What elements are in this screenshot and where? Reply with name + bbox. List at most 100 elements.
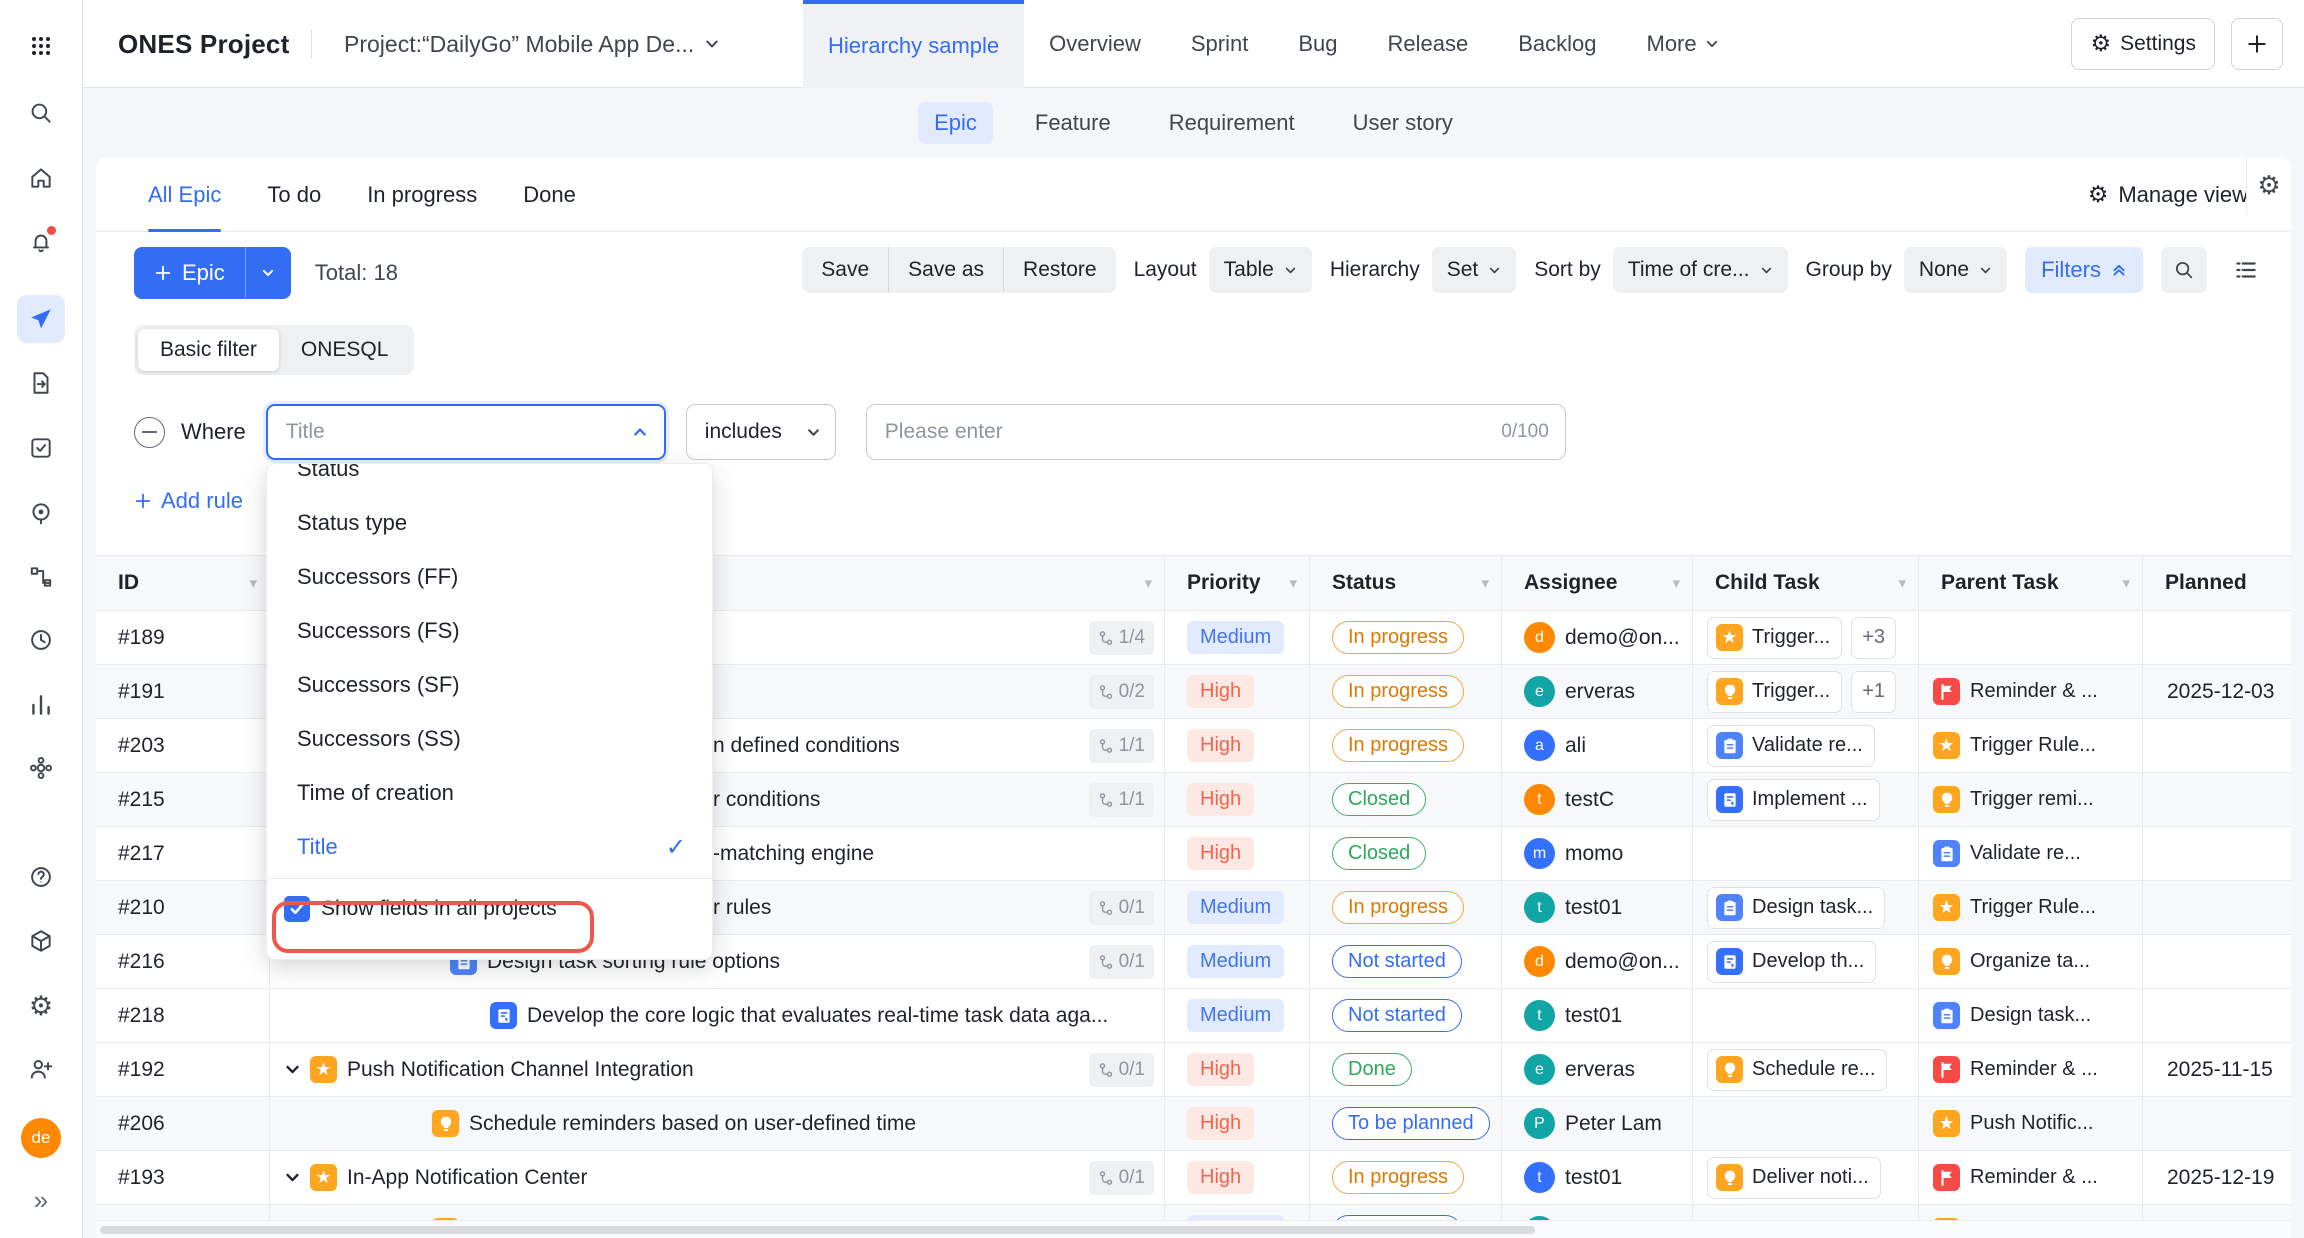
approve-icon[interactable] (17, 424, 65, 472)
clock-icon[interactable] (17, 616, 65, 664)
planned-date-cell[interactable] (2143, 773, 2291, 826)
link-count-badge[interactable]: 0/1 (1088, 1052, 1154, 1087)
table-row[interactable]: #192 ★ Push Notification Channel Integrati… (96, 1043, 2291, 1097)
status-cell[interactable]: In progress (1310, 611, 1502, 664)
dropdown-item[interactable]: Status (267, 464, 712, 496)
row-id-cell[interactable]: #210 (96, 881, 270, 934)
assignee-cell[interactable]: d demo@on... (1502, 611, 1693, 664)
package-icon[interactable] (17, 917, 65, 965)
parent-task[interactable]: Reminder & ... (1933, 1164, 2098, 1191)
link-count-badge[interactable]: 0/1 (1088, 944, 1154, 979)
assignee-cell[interactable]: t test01 (1502, 881, 1693, 934)
column-header[interactable]: Child Task ▾ (1693, 556, 1919, 610)
row-id-cell[interactable]: #189 (96, 611, 270, 664)
settings-button[interactable]: ⚙ Settings (2071, 18, 2215, 70)
row-id-cell[interactable]: #218 (96, 989, 270, 1042)
basic-filter-tab[interactable]: Basic filter (138, 329, 279, 371)
status-cell[interactable]: Not started (1310, 935, 1502, 988)
parent-task-cell[interactable]: Reminder & ... (1919, 665, 2143, 718)
expand-chevron-icon[interactable] (284, 1061, 301, 1078)
child-task-chip[interactable]: Implement ... (1707, 778, 1880, 821)
planned-date-cell[interactable] (2143, 935, 2291, 988)
onesql-tab[interactable]: ONESQL (279, 329, 411, 371)
child-task-extra-count[interactable]: +1 (1851, 670, 1896, 713)
parent-task-cell[interactable]: Reminder & ... (1919, 1043, 2143, 1096)
view-tab-in-progress[interactable]: In progress (367, 158, 477, 232)
new-epic-dropdown[interactable] (244, 247, 291, 299)
nav-tab[interactable]: Overview (1024, 0, 1166, 88)
hierarchy-select[interactable]: Set (1431, 247, 1517, 293)
restore-button[interactable]: Restore (1003, 247, 1116, 293)
priority-cell[interactable]: High (1165, 1043, 1310, 1096)
row-title-cell[interactable]: ★ In-App Notification Center 0/1 (270, 1151, 1165, 1204)
parent-task-cell[interactable]: Trigger remi... (1919, 773, 2143, 826)
view-tab-done[interactable]: Done (523, 158, 576, 232)
user-avatar[interactable]: de (17, 1114, 65, 1162)
child-task-cell[interactable]: Develop th... (1693, 935, 1919, 988)
target-icon[interactable] (17, 489, 65, 537)
filter-triangle-icon[interactable]: ▾ (1481, 574, 1489, 592)
row-id-cell[interactable]: #193 (96, 1151, 270, 1204)
parent-task-cell[interactable]: ★ Trigger Rule... (1919, 881, 2143, 934)
row-id-cell[interactable]: #191 (96, 665, 270, 718)
filter-triangle-icon[interactable]: ▾ (1898, 574, 1906, 592)
parent-task-cell[interactable] (1919, 611, 2143, 664)
child-task-cell[interactable]: Validate re... (1693, 719, 1919, 772)
parent-task-cell[interactable]: Design task... (1919, 989, 2143, 1042)
column-header[interactable]: Parent Task ▾ (1919, 556, 2143, 610)
dropdown-item[interactable]: Successors (SS) (267, 712, 712, 766)
parent-task[interactable]: ★ Trigger Rule... (1933, 894, 2096, 921)
new-epic-button[interactable]: Epic (134, 247, 291, 299)
link-count-badge[interactable]: 0/1 (1088, 890, 1154, 925)
child-task-chip[interactable]: Schedule re... (1707, 1048, 1888, 1091)
group-by-select[interactable]: None (1903, 247, 2008, 293)
operator-select[interactable]: includes (685, 404, 836, 460)
layout-select[interactable]: Table (1208, 247, 1312, 293)
row-title-cell[interactable]: Develop the core logic that evaluates re… (270, 989, 1165, 1042)
dropdown-item[interactable]: Successors (SF) (267, 658, 712, 712)
row-title-cell[interactable]: Schedule reminders based on user-defined… (270, 1097, 1165, 1150)
parent-task[interactable]: Reminder & ... (1933, 678, 2098, 705)
field-select[interactable]: Title (265, 404, 666, 460)
parent-task-cell[interactable]: Reminder & ... (1919, 1151, 2143, 1204)
status-cell[interactable]: Closed (1310, 827, 1502, 880)
child-task-cell[interactable] (1693, 1097, 1919, 1150)
filter-triangle-icon[interactable]: ▾ (1289, 574, 1297, 592)
dropdown-item[interactable]: Successors (FF) (267, 550, 712, 604)
filters-toggle[interactable]: Filters (2025, 247, 2143, 293)
priority-cell[interactable]: Medium (1165, 935, 1310, 988)
priority-cell[interactable]: High (1165, 719, 1310, 772)
dropdown-item[interactable]: Status type (267, 496, 712, 550)
nav-more[interactable]: More (1622, 0, 1744, 88)
row-id-cell[interactable]: #192 (96, 1043, 270, 1096)
workflow-icon[interactable] (17, 553, 65, 601)
view-options-button[interactable] (2225, 249, 2267, 291)
priority-cell[interactable]: High (1165, 1151, 1310, 1204)
help-icon[interactable] (17, 853, 65, 901)
row-title-cell[interactable]: ★ Push Notification Channel Integration 0/… (270, 1043, 1165, 1096)
parent-task-cell[interactable]: ★ Push Notific... (1919, 1097, 2143, 1150)
filter-triangle-icon[interactable]: ▾ (2122, 574, 2130, 592)
planned-date-cell[interactable]: 2025-12-03 (2143, 665, 2291, 718)
status-cell[interactable]: To be planned (1310, 1097, 1502, 1150)
parent-task[interactable]: Validate re... (1933, 840, 2081, 867)
save-as-button[interactable]: Save as (888, 247, 1003, 293)
nav-tab[interactable]: Sprint (1166, 0, 1273, 88)
child-task-cell[interactable]: ★ Trigger... +3 (1693, 611, 1919, 664)
dropdown-item[interactable]: Successors (FS) (267, 604, 712, 658)
sort-by-select[interactable]: Time of cre... (1612, 247, 1788, 293)
assignee-cell[interactable]: e erveras (1502, 1043, 1693, 1096)
child-task-cell[interactable]: Deliver noti... (1693, 1151, 1919, 1204)
filter-triangle-icon[interactable]: ▾ (1144, 574, 1152, 592)
status-cell[interactable]: Closed (1310, 773, 1502, 826)
link-count-badge[interactable]: 1/1 (1088, 782, 1154, 817)
parent-task-cell[interactable]: Validate re... (1919, 827, 2143, 880)
filter-triangle-icon[interactable]: ▾ (249, 574, 257, 592)
child-task-cell[interactable]: Schedule re... (1693, 1043, 1919, 1096)
status-cell[interactable]: In progress (1310, 665, 1502, 718)
priority-cell[interactable]: Medium (1165, 611, 1310, 664)
child-task-extra-count[interactable]: +3 (1851, 616, 1896, 659)
view-tab-to-do[interactable]: To do (267, 158, 321, 232)
filter-value-input[interactable]: Please enter 0/100 (865, 404, 1566, 460)
manage-views-button[interactable]: ⚙ Manage views (2088, 158, 2259, 232)
